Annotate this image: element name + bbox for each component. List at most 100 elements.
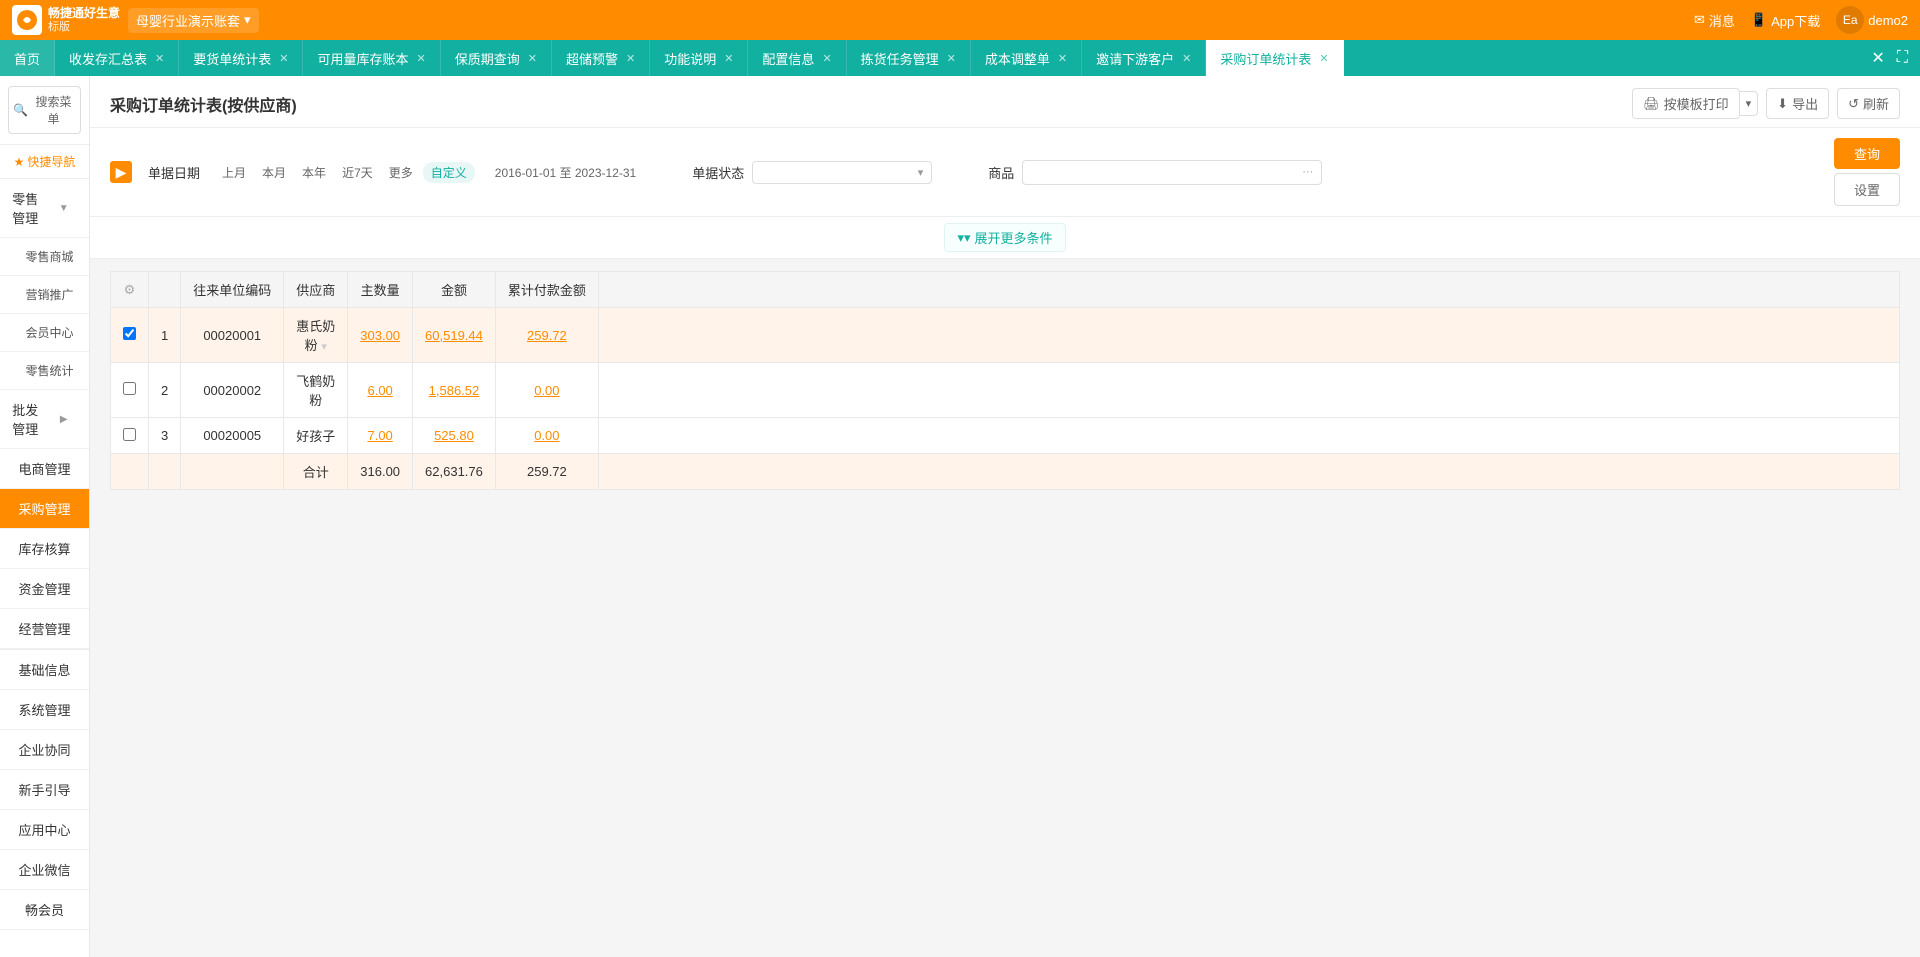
sidebar-item-企业微信[interactable]: 企业微信 xyxy=(0,850,89,890)
settings-icon[interactable]: ⚙ xyxy=(124,282,136,297)
export-icon: ⬇ xyxy=(1777,96,1788,112)
print-dropdown-button[interactable]: ▾ xyxy=(1740,91,1759,116)
sidebar-item-应用中心[interactable]: 应用中心 xyxy=(0,810,89,850)
workspace-selector[interactable]: 母婴行业演示账套 ▾ xyxy=(128,8,259,33)
tab-home[interactable]: 首页 xyxy=(0,40,55,76)
custom-date-tag[interactable]: 自定义 xyxy=(423,162,475,183)
sidebar-item-电商管理[interactable]: 电商管理 xyxy=(0,449,89,489)
query-button[interactable]: 查询 xyxy=(1834,138,1900,169)
search-icon: 🔍 xyxy=(13,103,28,117)
logo-text: 畅捷通好生意 标版 xyxy=(48,6,120,34)
sidebar-item-零售统计[interactable]: 零售统计 xyxy=(0,352,89,390)
tab-拣货任务管理[interactable]: 拣货任务管理 ✕ xyxy=(847,40,971,76)
tab-超储预警[interactable]: 超储预警 ✕ xyxy=(552,40,650,76)
export-button[interactable]: ⬇ 导出 xyxy=(1766,88,1829,119)
app-download-btn[interactable]: 📱 App下载 xyxy=(1751,11,1820,30)
tab-邀请下游客户[interactable]: 邀请下游客户 ✕ xyxy=(1082,40,1206,76)
tab-close-功能说明[interactable]: ✕ xyxy=(724,52,733,65)
tab-close-拣货任务管理[interactable]: ✕ xyxy=(947,52,956,65)
td-amount: 60,519.44 xyxy=(413,308,496,363)
sidebar-item-基础信息[interactable]: 基础信息 xyxy=(0,649,89,690)
shortcut-近7天[interactable]: 近7天 xyxy=(336,162,379,183)
tab-close-邀请下游客户[interactable]: ✕ xyxy=(1182,52,1191,65)
sidebar-item-资金管理[interactable]: 资金管理 xyxy=(0,569,89,609)
tab-close-要货单统计表[interactable]: ✕ xyxy=(279,52,288,65)
sidebar-item-库存核算[interactable]: 库存核算 xyxy=(0,529,89,569)
search-menu-button[interactable]: 🔍 搜索菜单 xyxy=(8,86,81,134)
tab-close-超储预警[interactable]: ✕ xyxy=(626,52,635,65)
td-qty: 6.00 xyxy=(348,363,413,418)
tab-close-采购订单统计表[interactable]: ✕ xyxy=(1319,52,1328,65)
tab-close-可用量库存账本[interactable]: ✕ xyxy=(417,52,426,65)
refresh-button[interactable]: ↺ 刷新 xyxy=(1837,88,1900,119)
tab-要货单统计表[interactable]: 要货单统计表 ✕ xyxy=(179,40,303,76)
workspace-name: 母婴行业演示账套 xyxy=(136,11,240,30)
table-row[interactable]: 3 00020005 好孩子 7.00 525.80 0.00 xyxy=(111,418,1900,454)
message-btn[interactable]: ✉ 消息 xyxy=(1694,11,1735,30)
tab-收发存汇总表[interactable]: 收发存汇总表 ✕ xyxy=(55,40,179,76)
table-row[interactable]: 1 00020001 惠氏奶粉 ▾ 303.00 60,519.44 259.7… xyxy=(111,308,1900,363)
table-area: ⚙ 往来单位编码 供应商 主数量 金额 累计付款金额 1 xyxy=(90,259,1920,957)
sidebar-item-畅会员[interactable]: 畅会员 xyxy=(0,890,89,930)
sidebar-item-零售管理[interactable]: 零售管理 ▼ xyxy=(0,179,89,238)
nav-close-icon[interactable]: ✕ xyxy=(1867,44,1888,72)
tab-配置信息[interactable]: 配置信息 ✕ xyxy=(748,40,846,76)
footer-qty: 316.00 xyxy=(348,454,413,490)
shortcut-更多[interactable]: 更多 xyxy=(383,162,419,183)
status-label: 单据状态 xyxy=(692,163,744,182)
goods-input[interactable]: ··· xyxy=(1022,160,1322,185)
status-select[interactable]: ▾ xyxy=(752,161,932,184)
tab-功能说明[interactable]: 功能说明 ✕ xyxy=(650,40,748,76)
tab-保质期查询[interactable]: 保质期查询 ✕ xyxy=(441,40,552,76)
table-row[interactable]: 2 00020002 飞鹤奶粉 6.00 1,586.52 0.00 xyxy=(111,363,1900,418)
sidebar-item-采购管理[interactable]: 采购管理 xyxy=(0,489,89,529)
main-layout: 🔍 搜索菜单 ★ 快捷导航 零售管理 ▼ 零售商城 营销推广 会员中心 零售统计… xyxy=(0,76,1920,957)
sidebar-item-营销推广[interactable]: 营销推广 xyxy=(0,276,89,314)
shortcut-本年[interactable]: 本年 xyxy=(296,162,332,183)
sidebar-item-经营管理[interactable]: 经营管理 xyxy=(0,609,89,649)
settings-button[interactable]: 设置 xyxy=(1834,173,1900,206)
th-amount: 金额 xyxy=(413,272,496,308)
row-checkbox[interactable] xyxy=(123,327,136,340)
td-qty: 7.00 xyxy=(348,418,413,454)
tab-close-保质期查询[interactable]: ✕ xyxy=(528,52,537,65)
shortcut-上月[interactable]: 上月 xyxy=(216,162,252,183)
sidebar-item-零售商城[interactable]: 零售商城 xyxy=(0,238,89,276)
sidebar-item-新手引导[interactable]: 新手引导 xyxy=(0,770,89,810)
page-title: 采购订单统计表(按供应商) xyxy=(110,92,297,116)
sidebar-item-会员中心[interactable]: 会员中心 xyxy=(0,314,89,352)
tab-采购订单统计表[interactable]: 采购订单统计表 ✕ xyxy=(1206,40,1343,76)
tab-成本调整单[interactable]: 成本调整单 ✕ xyxy=(971,40,1082,76)
filter-toggle-btn[interactable]: ▶ xyxy=(110,161,132,183)
sidebar-quicknav[interactable]: ★ 快捷导航 xyxy=(0,145,89,179)
row-checkbox[interactable] xyxy=(123,382,136,395)
expand-row: ▾▾ 展开更多条件 xyxy=(90,217,1920,259)
td-checkbox[interactable] xyxy=(111,363,149,418)
sidebar-item-系统管理[interactable]: 系统管理 xyxy=(0,690,89,730)
expand-more-btn[interactable]: ▾▾ 展开更多条件 xyxy=(944,223,1065,252)
avatar: Ea xyxy=(1836,6,1864,34)
chevron-down-icon: ▼ xyxy=(45,203,84,214)
shortcut-本月[interactable]: 本月 xyxy=(256,162,292,183)
td-supplier: 飞鹤奶粉 xyxy=(284,363,348,418)
print-button[interactable]: 🖨 按模板打印 xyxy=(1632,88,1740,119)
td-code: 00020001 xyxy=(181,308,284,363)
tab-close-收发存汇总表[interactable]: ✕ xyxy=(155,52,164,65)
user-menu[interactable]: Ea demo2 xyxy=(1836,6,1908,34)
tab-close-配置信息[interactable]: ✕ xyxy=(822,52,831,65)
tab-可用量库存账本[interactable]: 可用量库存账本 ✕ xyxy=(303,40,440,76)
td-code: 00020002 xyxy=(181,363,284,418)
chevron-down-icon: ▾▾ xyxy=(957,230,970,246)
tab-close-成本调整单[interactable]: ✕ xyxy=(1058,52,1067,65)
nav-expand-icon[interactable]: ⛶ xyxy=(1893,45,1912,71)
goods-more-icon[interactable]: ··· xyxy=(1302,166,1313,178)
th-supplier: 供应商 xyxy=(284,272,348,308)
sidebar-item-批发管理[interactable]: 批发管理 ▶ xyxy=(0,390,89,449)
sidebar-item-企业协同[interactable]: 企业协同 xyxy=(0,730,89,770)
footer-paid: 259.72 xyxy=(495,454,598,490)
query-action-btns: 查询 设置 xyxy=(1834,138,1900,206)
td-checkbox[interactable] xyxy=(111,308,149,363)
td-checkbox[interactable] xyxy=(111,418,149,454)
filter-area: ▶ 单据日期 上月 本月 本年 近7天 更多 自定义 2016-01-01 至 … xyxy=(90,128,1920,217)
row-checkbox[interactable] xyxy=(123,428,136,441)
